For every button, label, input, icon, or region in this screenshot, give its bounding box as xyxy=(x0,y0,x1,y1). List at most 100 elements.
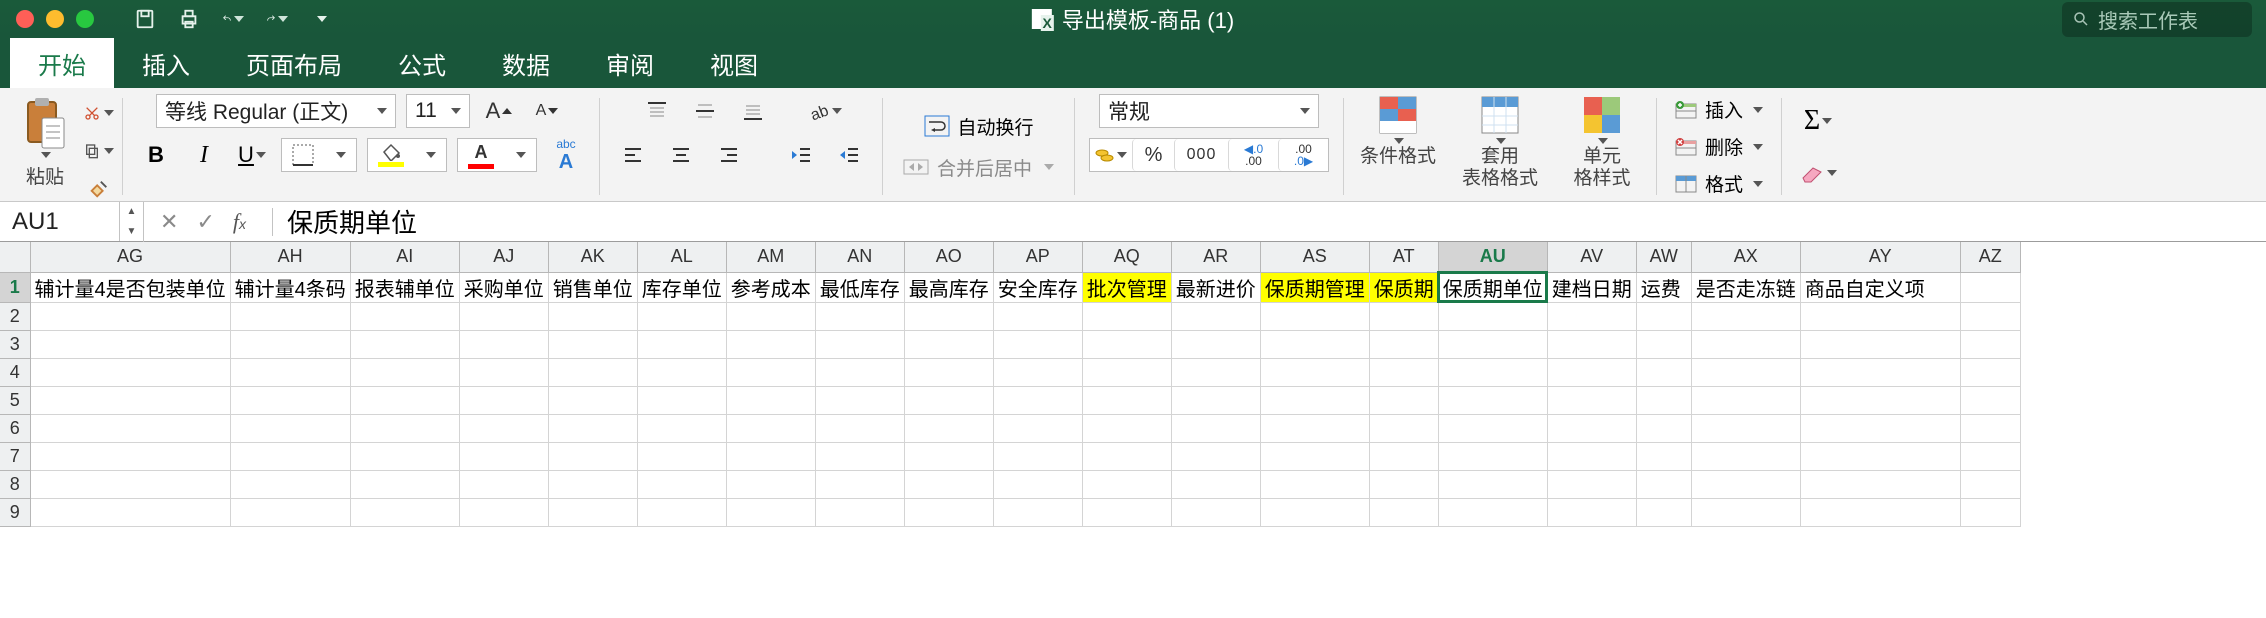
cell-AO7[interactable] xyxy=(904,442,993,470)
cell-AQ4[interactable] xyxy=(1082,358,1171,386)
cell-AN2[interactable] xyxy=(815,302,904,330)
cell-AW5[interactable] xyxy=(1636,386,1691,414)
cell-AL8[interactable] xyxy=(637,470,726,498)
cell-AY1[interactable]: 商品自定义项 xyxy=(1800,272,1960,302)
cell-AP5[interactable] xyxy=(993,386,1082,414)
decrease-decimal-button[interactable]: .00.0▶ xyxy=(1278,139,1328,171)
cell-AX2[interactable] xyxy=(1691,302,1800,330)
cell-AN9[interactable] xyxy=(815,498,904,526)
cell-AL2[interactable] xyxy=(637,302,726,330)
cell-AZ7[interactable] xyxy=(1960,442,2020,470)
cell-AQ1[interactable]: 批次管理 xyxy=(1082,272,1171,302)
row-header-5[interactable]: 5 xyxy=(0,386,30,414)
save-icon[interactable] xyxy=(134,8,156,30)
column-header-AY[interactable]: AY xyxy=(1800,242,1960,272)
align-top-button[interactable] xyxy=(638,94,676,128)
select-all-corner[interactable] xyxy=(0,242,30,272)
cell-AR7[interactable] xyxy=(1171,442,1260,470)
cell-AI3[interactable] xyxy=(350,330,459,358)
cell-AT8[interactable] xyxy=(1369,470,1438,498)
cell-AU4[interactable] xyxy=(1438,358,1547,386)
cell-AQ8[interactable] xyxy=(1082,470,1171,498)
decrease-font-button[interactable]: A xyxy=(528,94,566,128)
cell-AW1[interactable]: 运费 xyxy=(1636,272,1691,302)
cell-AZ4[interactable] xyxy=(1960,358,2020,386)
cell-AS4[interactable] xyxy=(1260,358,1369,386)
cell-AN6[interactable] xyxy=(815,414,904,442)
align-left-button[interactable] xyxy=(614,138,652,172)
formula-input[interactable]: 保质期单位 xyxy=(273,203,2266,240)
cell-AH1[interactable]: 辅计量4条码 xyxy=(230,272,350,302)
cell-AI7[interactable] xyxy=(350,442,459,470)
fill-color-button[interactable] xyxy=(367,138,447,172)
close-window-button[interactable] xyxy=(16,10,34,28)
cell-AT3[interactable] xyxy=(1369,330,1438,358)
decrease-indent-button[interactable] xyxy=(782,138,820,172)
cell-AK9[interactable] xyxy=(548,498,637,526)
column-header-AW[interactable]: AW xyxy=(1636,242,1691,272)
cell-AN1[interactable]: 最低库存 xyxy=(815,272,904,302)
cell-AO3[interactable] xyxy=(904,330,993,358)
cell-AH8[interactable] xyxy=(230,470,350,498)
cell-AS7[interactable] xyxy=(1260,442,1369,470)
cell-AV9[interactable] xyxy=(1547,498,1636,526)
cell-AM9[interactable] xyxy=(726,498,815,526)
cell-AI6[interactable] xyxy=(350,414,459,442)
cell-AQ2[interactable] xyxy=(1082,302,1171,330)
copy-button[interactable] xyxy=(84,136,114,166)
cell-AL3[interactable] xyxy=(637,330,726,358)
align-middle-button[interactable] xyxy=(686,94,724,128)
format-cells-button[interactable]: 格式 xyxy=(1671,168,1767,199)
cell-AY9[interactable] xyxy=(1800,498,1960,526)
align-center-button[interactable] xyxy=(662,138,700,172)
cell-AS5[interactable] xyxy=(1260,386,1369,414)
currency-button[interactable] xyxy=(1090,139,1132,171)
font-color-button[interactable]: A xyxy=(457,138,537,172)
cell-AZ8[interactable] xyxy=(1960,470,2020,498)
tab-公式[interactable]: 公式 xyxy=(370,38,474,88)
cell-AU8[interactable] xyxy=(1438,470,1547,498)
cell-AH9[interactable] xyxy=(230,498,350,526)
cell-AG8[interactable] xyxy=(30,470,230,498)
cell-AJ7[interactable] xyxy=(459,442,548,470)
cell-AJ6[interactable] xyxy=(459,414,548,442)
cell-AV1[interactable]: 建档日期 xyxy=(1547,272,1636,302)
column-header-AT[interactable]: AT xyxy=(1369,242,1438,272)
column-header-AN[interactable]: AN xyxy=(815,242,904,272)
cell-AT6[interactable] xyxy=(1369,414,1438,442)
column-header-AU[interactable]: AU xyxy=(1438,242,1547,272)
cell-AT2[interactable] xyxy=(1369,302,1438,330)
cell-AZ1[interactable] xyxy=(1960,272,2020,302)
cell-AU7[interactable] xyxy=(1438,442,1547,470)
cell-AM5[interactable] xyxy=(726,386,815,414)
cell-AX5[interactable] xyxy=(1691,386,1800,414)
maximize-window-button[interactable] xyxy=(76,10,94,28)
cell-AX6[interactable] xyxy=(1691,414,1800,442)
cell-AG6[interactable] xyxy=(30,414,230,442)
increase-font-button[interactable]: A xyxy=(480,94,518,128)
column-header-AS[interactable]: AS xyxy=(1260,242,1369,272)
cell-AP4[interactable] xyxy=(993,358,1082,386)
insert-cells-button[interactable]: 插入 xyxy=(1671,94,1767,125)
cell-AK4[interactable] xyxy=(548,358,637,386)
orientation-button[interactable]: ab xyxy=(806,94,844,128)
comma-button[interactable]: 000 xyxy=(1174,139,1228,171)
cell-AI9[interactable] xyxy=(350,498,459,526)
row-header-3[interactable]: 3 xyxy=(0,330,30,358)
cell-AP7[interactable] xyxy=(993,442,1082,470)
cell-AI4[interactable] xyxy=(350,358,459,386)
cell-AW2[interactable] xyxy=(1636,302,1691,330)
cell-AM6[interactable] xyxy=(726,414,815,442)
cell-AL9[interactable] xyxy=(637,498,726,526)
cell-AV5[interactable] xyxy=(1547,386,1636,414)
cell-AY2[interactable] xyxy=(1800,302,1960,330)
name-box[interactable]: AU1 xyxy=(0,202,120,241)
cell-AW8[interactable] xyxy=(1636,470,1691,498)
cell-AY8[interactable] xyxy=(1800,470,1960,498)
cell-AZ3[interactable] xyxy=(1960,330,2020,358)
cell-AR1[interactable]: 最新进价 xyxy=(1171,272,1260,302)
cell-AO5[interactable] xyxy=(904,386,993,414)
cell-AX7[interactable] xyxy=(1691,442,1800,470)
redo-icon[interactable] xyxy=(266,8,288,30)
cell-AU6[interactable] xyxy=(1438,414,1547,442)
